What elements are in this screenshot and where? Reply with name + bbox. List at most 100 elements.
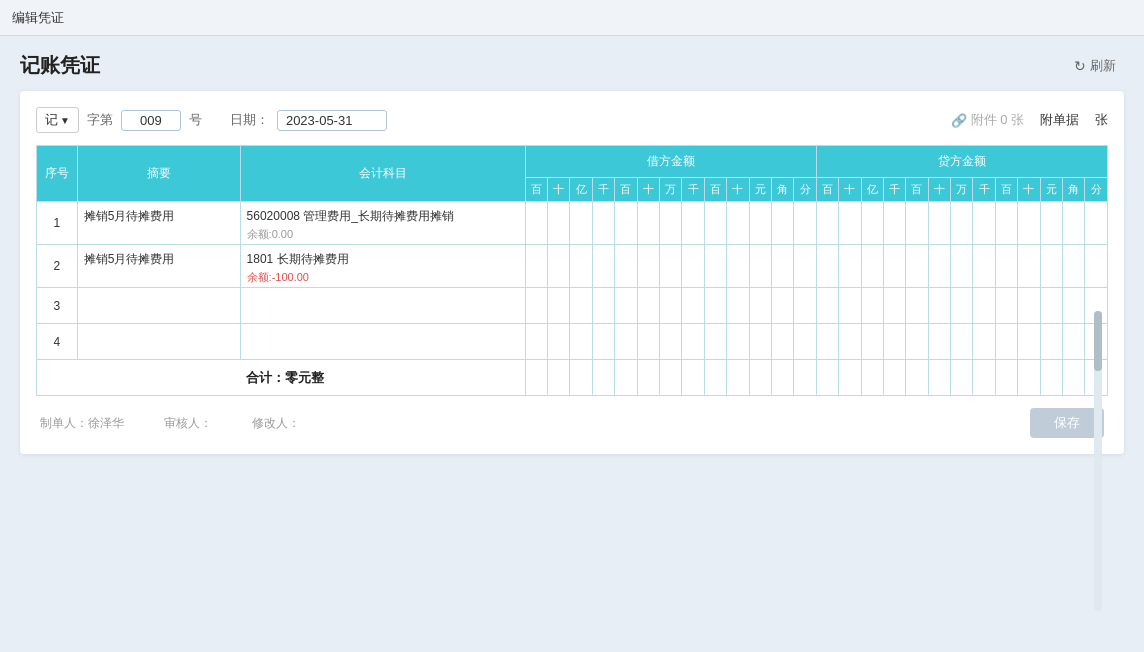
row-2-credit-5[interactable]: [928, 288, 950, 324]
row-2-debit-2[interactable]: [570, 288, 592, 324]
row-3-credit-0[interactable]: [816, 324, 838, 360]
row-1-debit-8[interactable]: [704, 245, 726, 288]
row-3-credit-8[interactable]: [995, 324, 1017, 360]
row-1-credit-9[interactable]: [1018, 245, 1040, 288]
row-2-credit-1[interactable]: [839, 288, 861, 324]
row-3-debit-2[interactable]: [570, 324, 592, 360]
row-3-credit-6[interactable]: [951, 324, 973, 360]
row-1-debit-7[interactable]: [682, 245, 704, 288]
row-3-debit-7[interactable]: [682, 324, 704, 360]
row-1-debit-11[interactable]: [771, 245, 793, 288]
refresh-button[interactable]: ↻ 刷新: [1066, 53, 1124, 79]
row-0-credit-4[interactable]: [906, 202, 928, 245]
row-2-debit-8[interactable]: [704, 288, 726, 324]
row-0-credit-12[interactable]: [1085, 202, 1108, 245]
row-2-summary[interactable]: [77, 288, 240, 324]
row-2-credit-7[interactable]: [973, 288, 995, 324]
row-1-debit-5[interactable]: [637, 245, 659, 288]
row-2-credit-6[interactable]: [951, 288, 973, 324]
row-1-credit-11[interactable]: [1063, 245, 1085, 288]
row-0-credit-8[interactable]: [995, 202, 1017, 245]
row-1-debit-3[interactable]: [592, 245, 614, 288]
row-1-credit-5[interactable]: [928, 245, 950, 288]
row-3-debit-4[interactable]: [615, 324, 637, 360]
row-1-credit-2[interactable]: [861, 245, 883, 288]
row-0-credit-1[interactable]: [839, 202, 861, 245]
row-0-credit-5[interactable]: [928, 202, 950, 245]
row-0-credit-6[interactable]: [951, 202, 973, 245]
row-1-credit-4[interactable]: [906, 245, 928, 288]
row-2-debit-7[interactable]: [682, 288, 704, 324]
row-3-credit-9[interactable]: [1018, 324, 1040, 360]
row-3-credit-2[interactable]: [861, 324, 883, 360]
table-row[interactable]: 2摊销5月待摊费用1801 长期待摊费用余额:-100.00: [37, 245, 1108, 288]
row-0-credit-7[interactable]: [973, 202, 995, 245]
row-1-debit-10[interactable]: [749, 245, 771, 288]
row-2-debit-1[interactable]: [548, 288, 570, 324]
row-2-credit-2[interactable]: [861, 288, 883, 324]
row-3-credit-5[interactable]: [928, 324, 950, 360]
save-button[interactable]: 保存: [1030, 408, 1104, 438]
row-2-credit-3[interactable]: [883, 288, 905, 324]
date-input[interactable]: [277, 110, 387, 131]
row-0-debit-11[interactable]: [771, 202, 793, 245]
row-1-credit-10[interactable]: [1040, 245, 1062, 288]
row-3-debit-5[interactable]: [637, 324, 659, 360]
row-0-debit-6[interactable]: [659, 202, 681, 245]
row-2-debit-11[interactable]: [771, 288, 793, 324]
scrollbar-thumb[interactable]: [1094, 311, 1102, 371]
row-0-summary[interactable]: 摊销5月待摊费用: [77, 202, 240, 245]
row-0-credit-3[interactable]: [883, 202, 905, 245]
row-3-credit-10[interactable]: [1040, 324, 1062, 360]
table-row[interactable]: 3: [37, 288, 1108, 324]
row-3-credit-4[interactable]: [906, 324, 928, 360]
row-1-credit-3[interactable]: [883, 245, 905, 288]
row-1-credit-12[interactable]: [1085, 245, 1108, 288]
ji-dropdown-button[interactable]: 记 ▼: [36, 107, 79, 133]
scrollbar[interactable]: [1094, 311, 1102, 611]
row-2-debit-3[interactable]: [592, 288, 614, 324]
row-3-debit-8[interactable]: [704, 324, 726, 360]
row-0-debit-5[interactable]: [637, 202, 659, 245]
fudanju-button[interactable]: 附单据: [1040, 111, 1079, 129]
row-0-account[interactable]: 56020008 管理费用_长期待摊费用摊销余额:0.00: [240, 202, 525, 245]
row-0-debit-0[interactable]: [525, 202, 547, 245]
row-0-debit-8[interactable]: [704, 202, 726, 245]
row-2-debit-12[interactable]: [794, 288, 816, 324]
row-3-debit-12[interactable]: [794, 324, 816, 360]
row-3-debit-1[interactable]: [548, 324, 570, 360]
row-0-debit-3[interactable]: [592, 202, 614, 245]
row-3-credit-11[interactable]: [1063, 324, 1085, 360]
row-1-debit-6[interactable]: [659, 245, 681, 288]
row-1-credit-7[interactable]: [973, 245, 995, 288]
row-2-debit-5[interactable]: [637, 288, 659, 324]
row-1-debit-1[interactable]: [548, 245, 570, 288]
row-1-credit-8[interactable]: [995, 245, 1017, 288]
row-0-credit-0[interactable]: [816, 202, 838, 245]
row-2-credit-11[interactable]: [1063, 288, 1085, 324]
row-1-summary[interactable]: 摊销5月待摊费用: [77, 245, 240, 288]
row-2-debit-4[interactable]: [615, 288, 637, 324]
row-3-credit-3[interactable]: [883, 324, 905, 360]
row-2-debit-0[interactable]: [525, 288, 547, 324]
row-0-debit-10[interactable]: [749, 202, 771, 245]
row-1-debit-0[interactable]: [525, 245, 547, 288]
row-0-credit-9[interactable]: [1018, 202, 1040, 245]
row-0-debit-9[interactable]: [727, 202, 749, 245]
row-3-debit-6[interactable]: [659, 324, 681, 360]
table-row[interactable]: 4: [37, 324, 1108, 360]
row-3-debit-10[interactable]: [749, 324, 771, 360]
row-1-account[interactable]: 1801 长期待摊费用余额:-100.00: [240, 245, 525, 288]
row-2-credit-10[interactable]: [1040, 288, 1062, 324]
row-2-debit-9[interactable]: [727, 288, 749, 324]
row-3-credit-1[interactable]: [839, 324, 861, 360]
row-2-credit-4[interactable]: [906, 288, 928, 324]
row-0-debit-2[interactable]: [570, 202, 592, 245]
row-0-credit-10[interactable]: [1040, 202, 1062, 245]
row-0-debit-12[interactable]: [794, 202, 816, 245]
row-1-debit-9[interactable]: [727, 245, 749, 288]
row-3-debit-9[interactable]: [727, 324, 749, 360]
row-3-summary[interactable]: [77, 324, 240, 360]
row-0-debit-1[interactable]: [548, 202, 570, 245]
row-2-credit-9[interactable]: [1018, 288, 1040, 324]
